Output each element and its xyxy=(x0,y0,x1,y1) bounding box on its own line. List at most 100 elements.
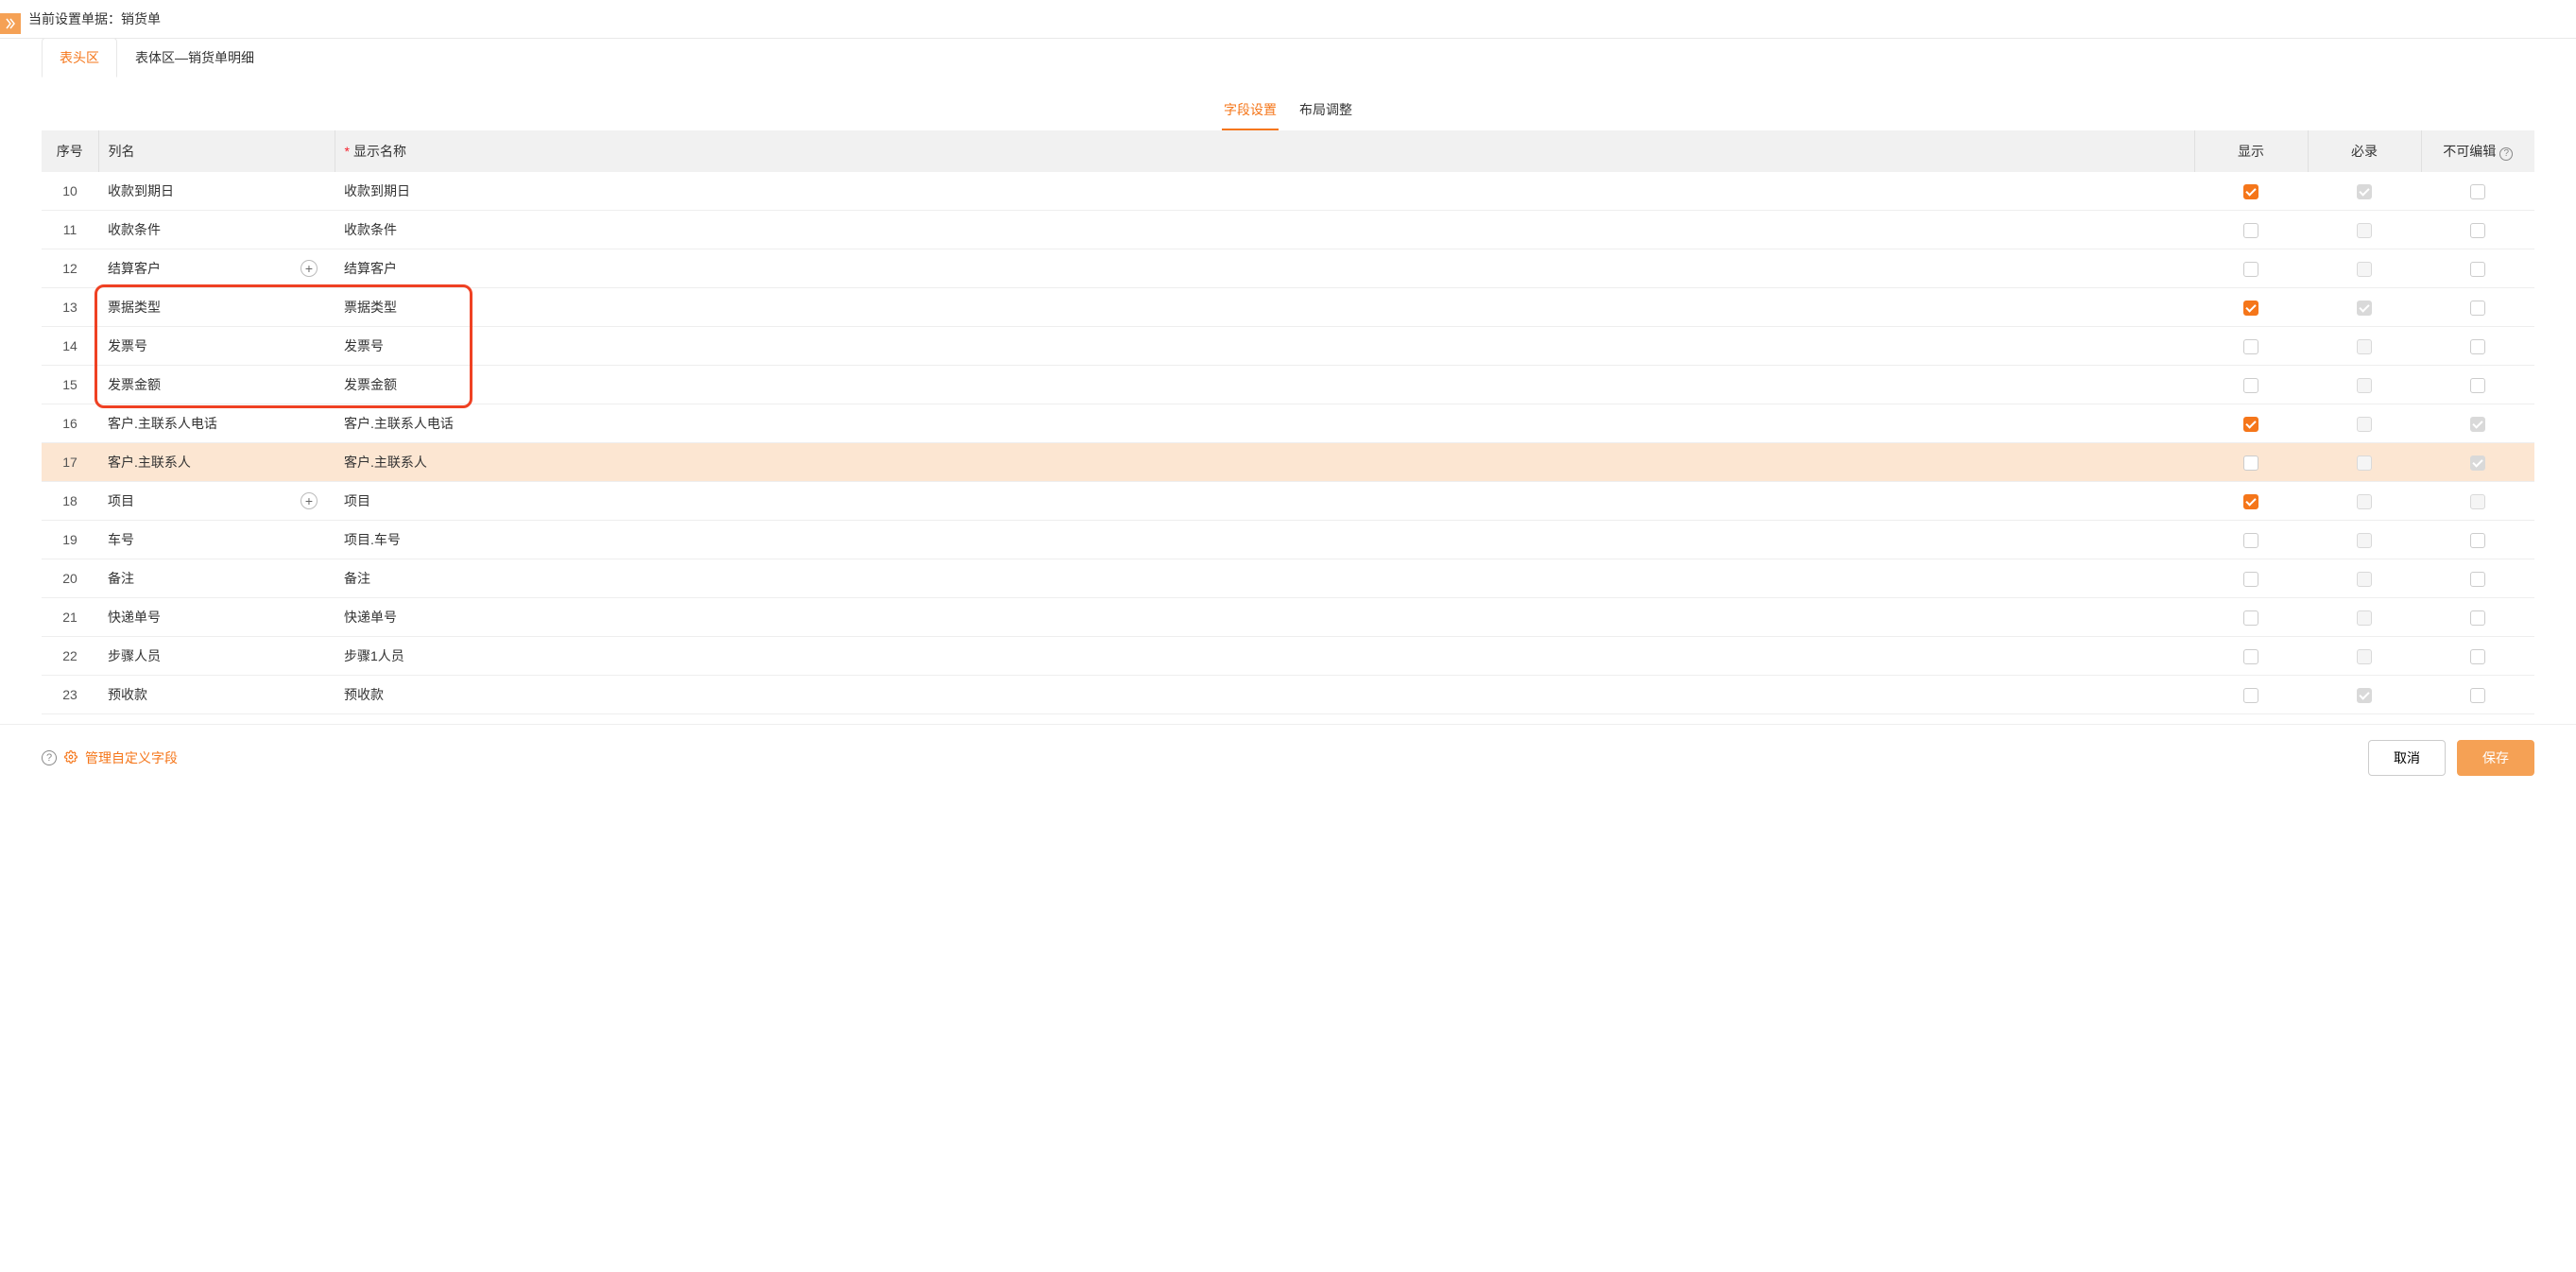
save-button[interactable]: 保存 xyxy=(2457,740,2534,776)
checkbox-show[interactable] xyxy=(2243,301,2258,316)
table-row: 11收款条件收款条件 xyxy=(42,211,2534,249)
checkbox-readonly[interactable] xyxy=(2470,301,2485,316)
checkbox-required xyxy=(2357,649,2372,664)
checkbox-show[interactable] xyxy=(2243,184,2258,199)
table-row: 20备注备注 xyxy=(42,559,2534,598)
cell-display[interactable]: 预收款 xyxy=(335,676,2194,714)
checkbox-show[interactable] xyxy=(2243,223,2258,238)
checkbox-readonly[interactable] xyxy=(2470,688,2485,703)
cell-name: 客户.主联系人电话 xyxy=(98,404,335,443)
checkbox-readonly[interactable] xyxy=(2470,533,2485,548)
col-header-display: *显示名称 xyxy=(335,130,2194,172)
cell-required xyxy=(2308,366,2421,404)
cell-display[interactable]: 收款到期日 xyxy=(335,172,2194,211)
cell-display[interactable]: 备注 xyxy=(335,559,2194,598)
add-icon[interactable]: + xyxy=(301,492,318,509)
checkbox-readonly[interactable] xyxy=(2470,649,2485,664)
cell-display[interactable]: 项目.车号 xyxy=(335,521,2194,559)
cell-seq: 11 xyxy=(42,211,98,249)
cell-required xyxy=(2308,482,2421,521)
subtab-0[interactable]: 字段设置 xyxy=(1222,95,1279,130)
tab-1[interactable]: 表体区—销货单明细 xyxy=(117,38,272,77)
checkbox-required xyxy=(2357,378,2372,393)
cell-show xyxy=(2194,443,2308,482)
table-row: 19车号项目.车号 xyxy=(42,521,2534,559)
required-star-icon: * xyxy=(345,144,350,159)
checkbox-show[interactable] xyxy=(2243,533,2258,548)
cell-required xyxy=(2308,172,2421,211)
col-header-show: 显示 xyxy=(2194,130,2308,172)
cell-required xyxy=(2308,327,2421,366)
cell-display[interactable]: 发票号 xyxy=(335,327,2194,366)
cell-seq: 16 xyxy=(42,404,98,443)
checkbox-show[interactable] xyxy=(2243,688,2258,703)
checkbox-show[interactable] xyxy=(2243,378,2258,393)
cell-readonly xyxy=(2421,211,2534,249)
col-header-name: 列名 xyxy=(98,130,335,172)
cell-display[interactable]: 快递单号 xyxy=(335,598,2194,637)
cell-show xyxy=(2194,211,2308,249)
cell-required xyxy=(2308,404,2421,443)
cell-display[interactable]: 票据类型 xyxy=(335,288,2194,327)
cancel-button[interactable]: 取消 xyxy=(2368,740,2446,776)
checkbox-show[interactable] xyxy=(2243,456,2258,471)
checkbox-readonly[interactable] xyxy=(2470,339,2485,354)
cell-required xyxy=(2308,559,2421,598)
checkbox-show[interactable] xyxy=(2243,610,2258,626)
cell-show xyxy=(2194,404,2308,443)
checkbox-required xyxy=(2357,262,2372,277)
cell-readonly xyxy=(2421,443,2534,482)
field-table: 序号 列名 *显示名称 显示 必录 不可编辑? 10收款到期日收款到期日11收款… xyxy=(42,130,2534,714)
cell-show xyxy=(2194,327,2308,366)
checkbox-readonly[interactable] xyxy=(2470,572,2485,587)
checkbox-show[interactable] xyxy=(2243,262,2258,277)
page-title: 当前设置单据：销货单 xyxy=(28,9,161,38)
subtab-1[interactable]: 布局调整 xyxy=(1297,95,1354,130)
checkbox-readonly[interactable] xyxy=(2470,223,2485,238)
cell-readonly xyxy=(2421,366,2534,404)
checkbox-readonly[interactable] xyxy=(2470,378,2485,393)
checkbox-required xyxy=(2357,494,2372,509)
col-header-required: 必录 xyxy=(2308,130,2421,172)
cell-readonly xyxy=(2421,676,2534,714)
col-header-readonly: 不可编辑? xyxy=(2421,130,2534,172)
manage-custom-fields-link[interactable]: 管理自定义字段 xyxy=(85,748,178,767)
cell-show xyxy=(2194,521,2308,559)
cell-display[interactable]: 步骤1人员 xyxy=(335,637,2194,676)
expand-panel-button[interactable] xyxy=(0,13,21,34)
cell-readonly xyxy=(2421,327,2534,366)
checkbox-show[interactable] xyxy=(2243,572,2258,587)
cell-required xyxy=(2308,637,2421,676)
add-icon[interactable]: + xyxy=(301,260,318,277)
cell-display[interactable]: 结算客户 xyxy=(335,249,2194,288)
cell-readonly xyxy=(2421,559,2534,598)
checkbox-required xyxy=(2357,456,2372,471)
cell-name: 车号 xyxy=(98,521,335,559)
help-icon[interactable]: ? xyxy=(42,750,57,765)
checkbox-show[interactable] xyxy=(2243,494,2258,509)
checkbox-readonly[interactable] xyxy=(2470,262,2485,277)
cell-name: 发票金额 xyxy=(98,366,335,404)
cell-display[interactable]: 客户.主联系人电话 xyxy=(335,404,2194,443)
checkbox-show[interactable] xyxy=(2243,417,2258,432)
tab-0[interactable]: 表头区 xyxy=(42,38,117,77)
cell-display[interactable]: 发票金额 xyxy=(335,366,2194,404)
checkbox-show[interactable] xyxy=(2243,649,2258,664)
cell-show xyxy=(2194,676,2308,714)
checkbox-readonly[interactable] xyxy=(2470,184,2485,199)
table-row: 12结算客户+结算客户 xyxy=(42,249,2534,288)
cell-display[interactable]: 项目 xyxy=(335,482,2194,521)
cell-name: 收款到期日 xyxy=(98,172,335,211)
cell-display[interactable]: 客户.主联系人 xyxy=(335,443,2194,482)
cell-display[interactable]: 收款条件 xyxy=(335,211,2194,249)
checkbox-readonly[interactable] xyxy=(2470,610,2485,626)
help-icon[interactable]: ? xyxy=(2499,147,2513,161)
checkbox-required xyxy=(2357,572,2372,587)
main-tabs: 表头区表体区—销货单明细 xyxy=(0,38,2576,77)
cell-required xyxy=(2308,288,2421,327)
cell-seq: 20 xyxy=(42,559,98,598)
checkbox-show[interactable] xyxy=(2243,339,2258,354)
cell-seq: 18 xyxy=(42,482,98,521)
table-header-row: 序号 列名 *显示名称 显示 必录 不可编辑? xyxy=(42,130,2534,172)
cell-readonly xyxy=(2421,521,2534,559)
